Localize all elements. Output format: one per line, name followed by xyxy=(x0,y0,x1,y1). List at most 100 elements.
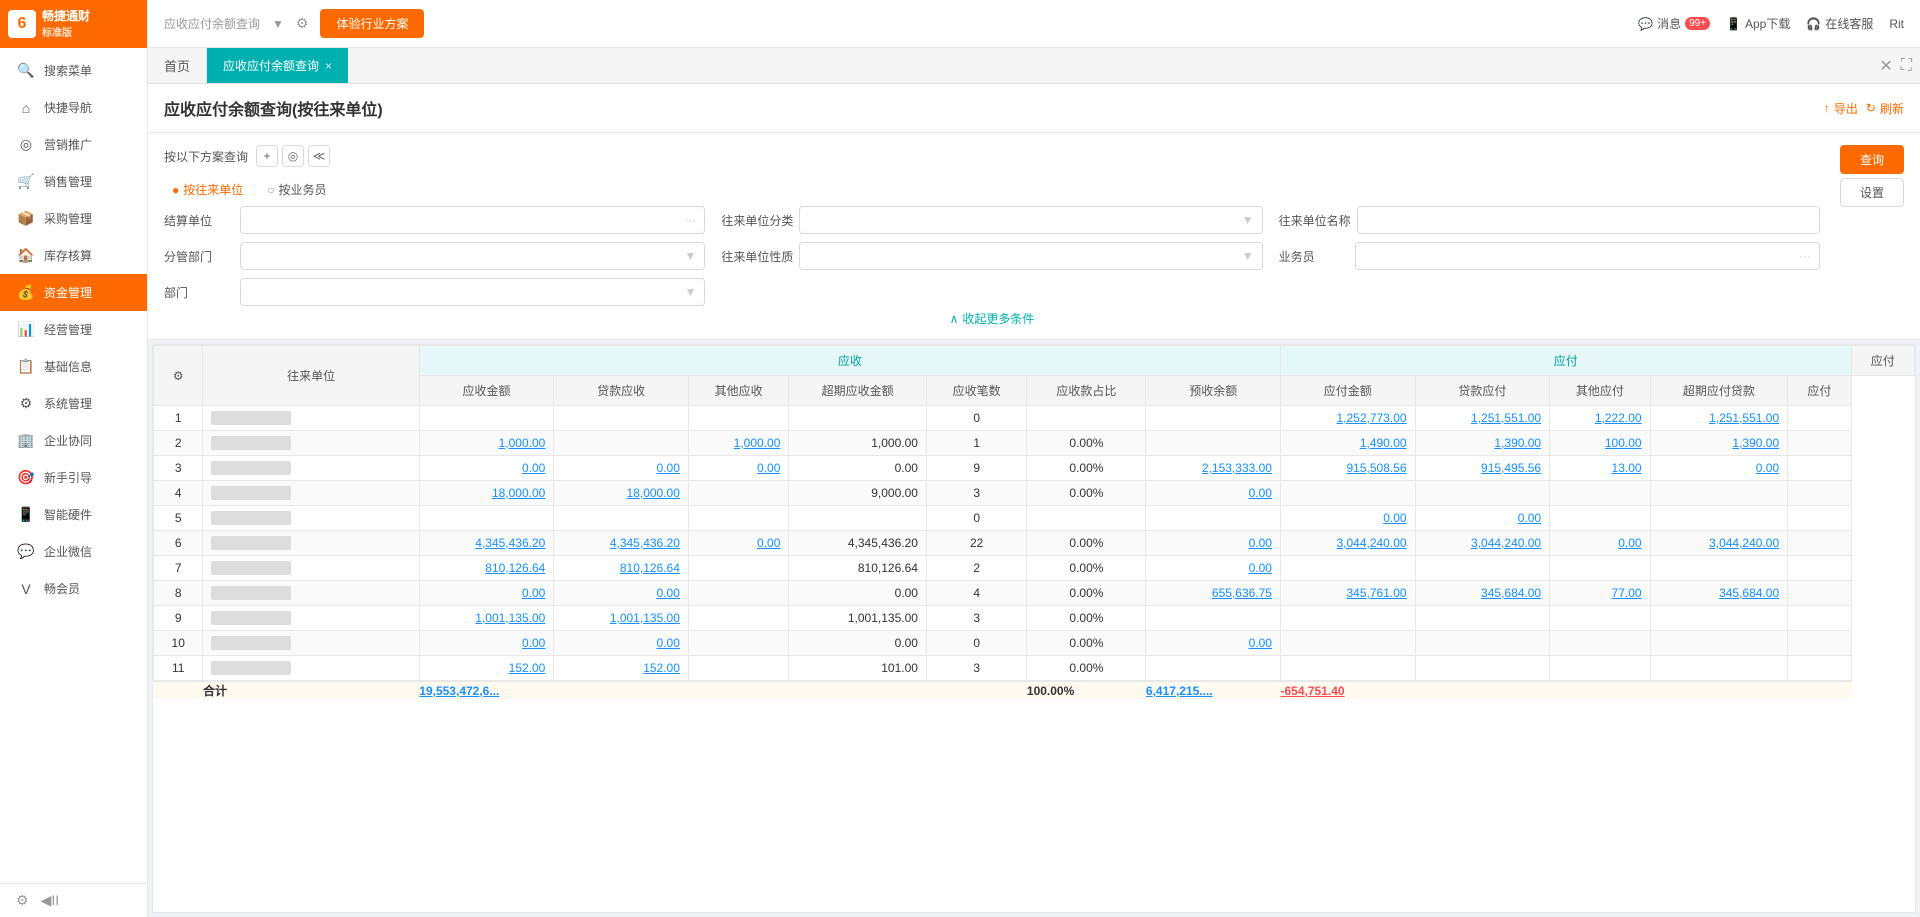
tab-active-label: 应收应付余额查询 xyxy=(223,57,319,74)
edit-scheme-button[interactable]: ◎ xyxy=(282,145,304,167)
th-prepaid-balance: 预收余额 xyxy=(1146,376,1281,406)
sidebar-item-purchase[interactable]: 📦 采购管理 xyxy=(0,200,147,237)
sidebar-item-smart-hw[interactable]: 📱 智能硬件 xyxy=(0,496,147,533)
filter-options: ● 按往来单位 ○ 按业务员 xyxy=(164,177,1820,202)
filter-option-by-staff[interactable]: ○ 按业务员 xyxy=(259,177,334,202)
sidebar-icon-newbie: 🎯 xyxy=(16,469,36,486)
th-payable-extra2: 应付 xyxy=(1788,376,1851,406)
table-row: 4 18,000.00 18,000.00 9,000.00 3 0.00% 0… xyxy=(154,481,1915,506)
th-payable-amount: 应付金额 xyxy=(1280,376,1415,406)
message-label: 消息 xyxy=(1657,15,1681,32)
customer-service-action[interactable]: 🎧 在线客服 xyxy=(1806,15,1873,32)
message-action[interactable]: 💬 消息 99+ xyxy=(1638,15,1710,32)
partner-category-input[interactable]: ▼ xyxy=(799,206,1262,234)
table-row: 7 810,126.64 810,126.64 810,126.64 2 0.0… xyxy=(154,556,1915,581)
topnav-actions: 💬 消息 99+ 📱 App下载 🎧 在线客服 Rit xyxy=(1638,15,1904,32)
sidebar-menu: 🔍 搜索菜单 ⌂ 快捷导航 ◎ 营销推广 🛒 销售管理 📦 采购管理 🏠 库存核… xyxy=(0,48,147,883)
table-row: 1 0 1,252,773.00 1,251,551.00 1,222.00 1… xyxy=(154,406,1915,431)
footer-label: 合计 xyxy=(203,681,419,699)
dept-input[interactable]: ▼ xyxy=(240,278,705,306)
footer-receivable-amount[interactable]: 19,553,472,6... xyxy=(419,681,554,699)
topnav-dropdown-arrow[interactable]: ▼ xyxy=(272,17,284,31)
table-row: 9 1,001,135.00 1,001,135.00 1,001,135.00… xyxy=(154,606,1915,631)
footer-receivable-ratio: 100.00% xyxy=(1027,681,1146,699)
more-scheme-button[interactable]: ≪ xyxy=(308,145,330,167)
filter-settlement-unit: 结算单位 ··· xyxy=(164,206,705,234)
export-button[interactable]: ↑ 导出 xyxy=(1824,100,1858,117)
filter-option-by-partner[interactable]: ● 按往来单位 xyxy=(164,177,251,202)
settlement-unit-input[interactable]: ··· xyxy=(240,206,705,234)
filter-scheme: 按以下方案查询 + ◎ ≪ xyxy=(164,145,1820,167)
partner-nature-input[interactable]: ▼ xyxy=(799,242,1262,270)
th-loan-receivable: 贷款应收 xyxy=(554,376,689,406)
collapse-more-conditions[interactable]: ∧ 收起更多条件 xyxy=(164,306,1820,331)
footer-prepaid-balance[interactable]: 6,417,215.... xyxy=(1146,681,1281,699)
main-area: 首页 应收应付余额查询 × ✕ ⛶ 应收应付余额查询(按往来单位) ↑ 导出 ↻… xyxy=(148,48,1920,917)
tabbar-expand-icon[interactable]: ⛶ xyxy=(1901,57,1912,75)
add-scheme-button[interactable]: + xyxy=(256,145,278,167)
sidebar-item-quick-nav[interactable]: ⌂ 快捷导航 xyxy=(0,89,147,126)
sidebar-item-operation[interactable]: 📊 经营管理 xyxy=(0,311,147,348)
sidebar-item-newbie[interactable]: 🎯 新手引导 xyxy=(0,459,147,496)
tab-active[interactable]: 应收应付余额查询 × xyxy=(207,48,348,83)
table-footer-row: 合计 19,553,472,6... 100.00% 6,417,215....… xyxy=(154,681,1915,699)
sidebar-icon-smart-hw: 📱 xyxy=(16,506,36,523)
tabbar-close-icon[interactable]: ✕ xyxy=(1879,56,1892,76)
sidebar-item-finance[interactable]: 💰 资金管理 xyxy=(0,274,147,311)
footer-payable-amount[interactable]: -654,751.40 xyxy=(1280,681,1415,699)
topnav: 应收应付余额查询 ▼ ⚙ 体验行业方案 💬 消息 99+ 📱 App下载 🎧 在… xyxy=(148,0,1920,48)
table-row: 6 4,345,436.20 4,345,436.20 0.00 4,345,4… xyxy=(154,531,1915,556)
tab-home[interactable]: 首页 xyxy=(148,48,207,83)
logo-sub: 标准版 xyxy=(42,24,90,39)
sidebar-item-marketing[interactable]: ◎ 营销推广 xyxy=(0,126,147,163)
sidebar-item-changyou[interactable]: V 畅会员 xyxy=(0,570,147,607)
filter-grid: 结算单位 ··· 往来单位分类 ▼ xyxy=(164,206,1820,306)
branch-dept-label: 分管部门 xyxy=(164,248,234,265)
refresh-button[interactable]: ↻ 刷新 xyxy=(1866,100,1904,117)
app-download-action[interactable]: 📱 App下载 xyxy=(1726,15,1790,32)
data-table: ⚙ 往来单位 应收 应付 应付 应收金额 贷款应收 其他应收 超期应收金额 应收… xyxy=(153,345,1915,699)
sidebar-item-basic-info[interactable]: 📋 基础信息 xyxy=(0,348,147,385)
filter-salesperson: 业务员 ··· xyxy=(1279,242,1820,270)
sidebar-icon-quick-nav: ⌂ xyxy=(16,100,36,116)
sidebar-item-system[interactable]: ⚙ 系统管理 xyxy=(0,385,147,422)
topnav-gear-icon[interactable]: ⚙ xyxy=(296,15,309,32)
sidebar-item-search-menu[interactable]: 🔍 搜索菜单 xyxy=(0,52,147,89)
partner-name-input[interactable] xyxy=(1357,206,1820,234)
partner-nature-label: 往来单位性质 xyxy=(721,248,793,265)
table-scroll[interactable]: ⚙ 往来单位 应收 应付 应付 应收金额 贷款应收 其他应收 超期应收金额 应收… xyxy=(153,345,1915,912)
sidebar-bottom: ⚙ ◀II xyxy=(0,883,147,917)
th-other-receivable: 其他应收 xyxy=(688,376,788,406)
option-icon-partner: ● xyxy=(172,183,179,197)
sidebar-settings-icon[interactable]: ⚙ xyxy=(16,892,29,909)
tabbar: 首页 应收应付余额查询 × ✕ ⛶ xyxy=(148,48,1920,84)
option-label-staff: 按业务员 xyxy=(279,181,327,198)
setting-button[interactable]: 设置 xyxy=(1840,178,1904,207)
sidebar-label-sales: 销售管理 xyxy=(44,173,92,190)
sidebar-item-inventory[interactable]: 🏠 库存核算 xyxy=(0,237,147,274)
settlement-unit-label: 结算单位 xyxy=(164,212,234,229)
sidebar-label-system: 系统管理 xyxy=(44,395,92,412)
sidebar-item-sales[interactable]: 🛒 销售管理 xyxy=(0,163,147,200)
sidebar-item-enterprise-wx[interactable]: 💬 企业微信 xyxy=(0,533,147,570)
tab-home-label: 首页 xyxy=(164,56,190,75)
sidebar-label-enterprise: 企业协同 xyxy=(44,432,92,449)
filter-partner-category: 往来单位分类 ▼ xyxy=(721,206,1262,234)
sidebar-item-enterprise[interactable]: 🏢 企业协同 xyxy=(0,422,147,459)
service-label: 在线客服 xyxy=(1825,15,1873,32)
sidebar-label-enterprise-wx: 企业微信 xyxy=(44,543,92,560)
logo-icon: 6 xyxy=(8,10,36,38)
sidebar-collapse-icon[interactable]: ◀II xyxy=(41,892,60,909)
query-button[interactable]: 查询 xyxy=(1840,145,1904,174)
tab-close-button[interactable]: × xyxy=(325,59,332,73)
logo-name: 畅捷通财 xyxy=(42,9,90,25)
tabbar-actions: ✕ ⛶ xyxy=(1871,48,1920,83)
page-content: 应收应付余额查询(按往来单位) ↑ 导出 ↻ 刷新 按以下方案查询 xyxy=(148,84,1920,917)
topnav-breadcrumb: 应收应付余额查询 xyxy=(164,15,260,32)
salesperson-input[interactable]: ··· xyxy=(1355,242,1820,270)
branch-dept-input[interactable]: ▼ xyxy=(240,242,705,270)
sidebar-label-smart-hw: 智能硬件 xyxy=(44,506,92,523)
user-info[interactable]: Rit xyxy=(1889,17,1904,31)
th-payable-group: 应付 xyxy=(1280,346,1851,376)
industry-solution-button[interactable]: 体验行业方案 xyxy=(320,9,424,38)
